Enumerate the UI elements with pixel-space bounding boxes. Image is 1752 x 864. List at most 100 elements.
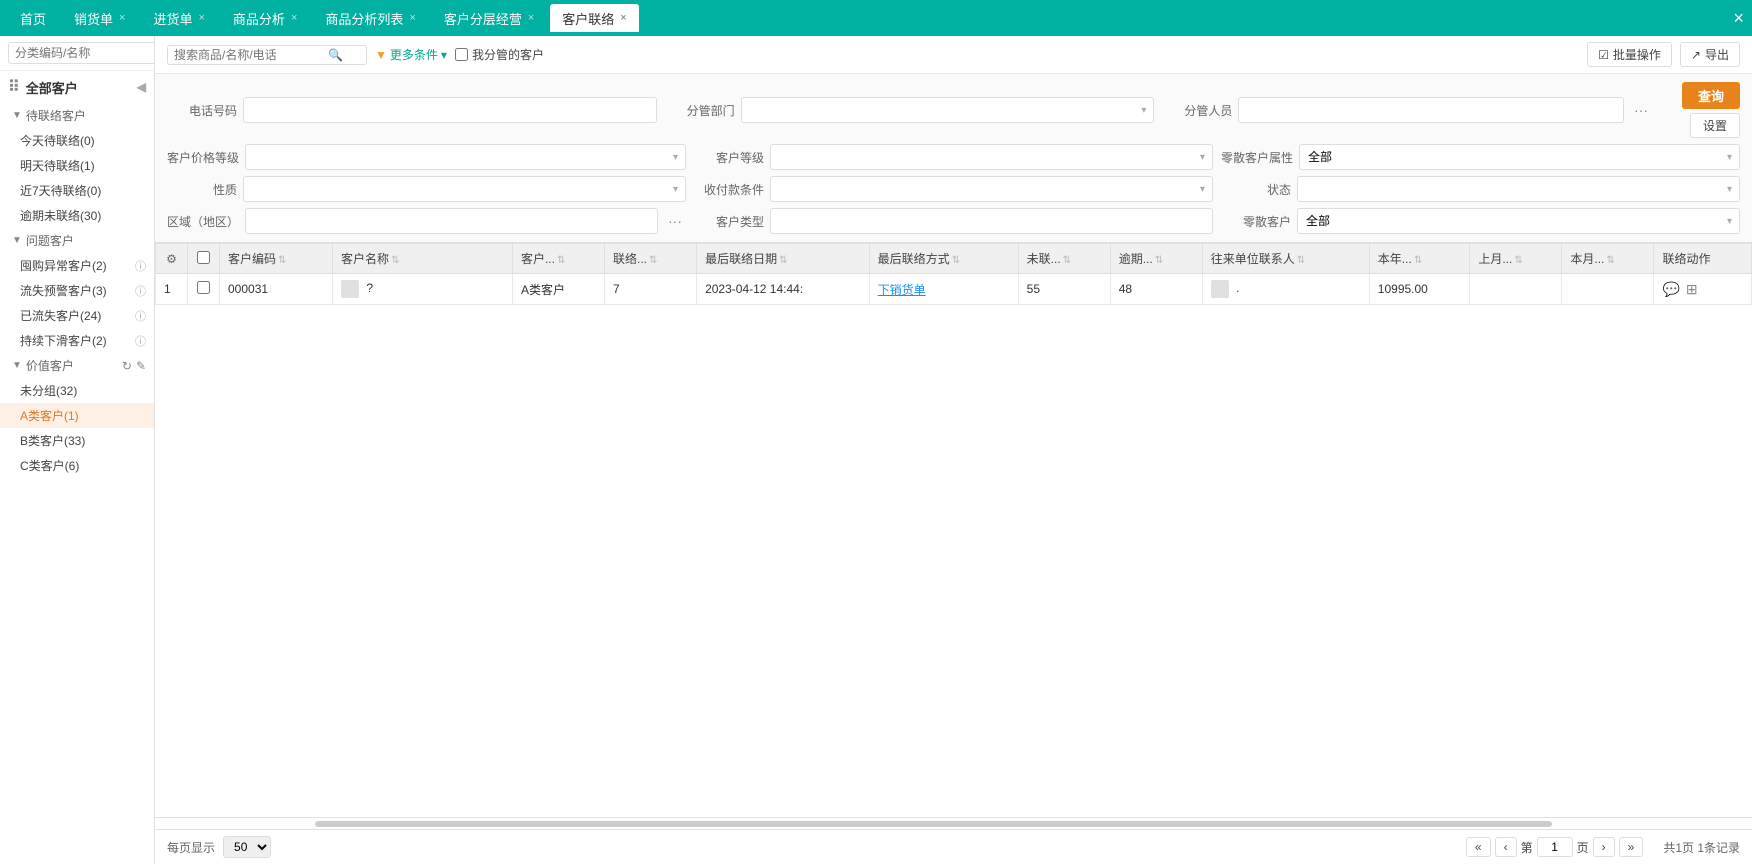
- filter-field-dept: 分管部门 ▾: [665, 97, 1155, 123]
- all-customers-dots-icon: ⠿: [8, 77, 20, 97]
- region-input[interactable]: [245, 208, 658, 234]
- item-label: 囤购异常客户(2): [20, 257, 107, 274]
- table-header-row: ⚙ 客户编码⇅ 客户名称⇅ 客户...⇅ 联络...⇅ 最后联络日期⇅ 最后联络…: [156, 244, 1752, 274]
- row-checkbox[interactable]: [197, 281, 210, 294]
- sidebar-item-declining[interactable]: 持续下滑客户(2) ⓘ: [0, 328, 154, 353]
- nav-tab-home[interactable]: 首页: [8, 4, 58, 32]
- first-page-button[interactable]: «: [1466, 837, 1491, 857]
- nav-tab-customer-contact[interactable]: 客户联络 ×: [550, 4, 638, 32]
- person-dots-button[interactable]: ···: [1630, 100, 1652, 120]
- col-last-month: 上月...⇅: [1470, 244, 1562, 274]
- col-settings[interactable]: ⚙: [156, 244, 188, 274]
- row-last-date: 2023-04-12 14:44:: [697, 274, 870, 305]
- filter-field-customer-level: 客户等级 ▾: [694, 144, 1213, 170]
- last-method-link[interactable]: 下销货单: [878, 283, 926, 297]
- prev-page-button[interactable]: ‹: [1495, 837, 1517, 857]
- nav-tab-sales-label: 销货单: [74, 9, 113, 28]
- sidebar-item-overdue-contact[interactable]: 逾期未联络(30): [0, 203, 154, 228]
- sidebar-item-today-pending[interactable]: 今天待联络(0): [0, 128, 154, 153]
- sidebar-item-churned[interactable]: 已流失客户(24) ⓘ: [0, 303, 154, 328]
- customer-type-input[interactable]: [770, 208, 1213, 234]
- sidebar-item-class-a[interactable]: A类客户(1): [0, 403, 154, 428]
- sidebar-search-input[interactable]: [8, 42, 155, 64]
- chat-icon[interactable]: 💬: [1662, 281, 1679, 298]
- phone-input[interactable]: [243, 97, 657, 123]
- sidebar-group-problem-customers[interactable]: ▼ 问题客户: [0, 228, 154, 253]
- filter-icon: ▼: [375, 48, 387, 62]
- more-conditions-label: 更多条件: [390, 46, 438, 63]
- close-purchase-icon[interactable]: ×: [198, 12, 204, 24]
- my-customers-checkbox[interactable]: [455, 48, 468, 61]
- page-number-input[interactable]: [1537, 837, 1573, 857]
- sidebar-item-churn-warning[interactable]: 流失预警客户(3) ⓘ: [0, 278, 154, 303]
- row-this-year: 10995.00: [1369, 274, 1470, 305]
- filter-row-3: 性质 ▾ 收付款条件 ▾ 状态: [167, 176, 1740, 202]
- sidebar-item-tomorrow-pending[interactable]: 明天待联络(1): [0, 153, 154, 178]
- qr-icon[interactable]: ⊞: [1686, 281, 1698, 298]
- close-customer-contact-icon[interactable]: ×: [620, 12, 626, 24]
- nav-tab-sales[interactable]: 销货单 ×: [62, 4, 137, 32]
- settings-button[interactable]: 设置: [1690, 113, 1740, 138]
- close-customer-tier-icon[interactable]: ×: [528, 12, 534, 24]
- nav-tab-customer-tier[interactable]: 客户分层经营 ×: [432, 4, 546, 32]
- select-all-checkbox[interactable]: [197, 251, 210, 264]
- payment-select[interactable]: [770, 176, 1213, 202]
- sidebar-item-7day-pending[interactable]: 近7天待联络(0): [0, 178, 154, 203]
- close-sales-icon[interactable]: ×: [119, 12, 125, 24]
- nav-tab-customer-tier-label: 客户分层经营: [444, 9, 522, 28]
- nature-select[interactable]: [243, 176, 686, 202]
- sidebar-item-class-c[interactable]: C类客户(6): [0, 453, 154, 478]
- page-size-select[interactable]: 50: [223, 836, 271, 858]
- retail-attr-select[interactable]: 全部: [1299, 144, 1740, 170]
- info-icon: ⓘ: [135, 308, 146, 324]
- nav-tab-home-label: 首页: [20, 9, 46, 28]
- close-all-tabs-button[interactable]: ×: [1733, 8, 1744, 29]
- export-button[interactable]: ↗ 导出: [1680, 42, 1740, 67]
- nav-tab-purchase[interactable]: 进货单 ×: [141, 4, 216, 32]
- sidebar-collapse-icon[interactable]: ◀: [137, 80, 146, 94]
- filter-row-2: 客户价格等级 ▾ 客户等级 ▾ 零散客户属性 全部: [167, 144, 1740, 170]
- info-icon: ⓘ: [135, 258, 146, 274]
- item-label: 明天待联络(1): [20, 157, 95, 174]
- refresh-icon[interactable]: ↻: [122, 359, 132, 373]
- query-button[interactable]: 查询: [1682, 82, 1740, 109]
- edit-icon[interactable]: ✎: [136, 359, 146, 373]
- all-customers-header[interactable]: ⠿ 全部客户 ◀: [0, 71, 154, 103]
- sidebar-group-pending-contact[interactable]: ▼ 待联络客户: [0, 103, 154, 128]
- sort-icon: ⇅: [952, 255, 960, 266]
- sidebar-group-value-customers[interactable]: ▼ 价值客户 ↻ ✎: [0, 353, 154, 378]
- more-conditions-button[interactable]: ▼ 更多条件 ▾: [375, 46, 447, 63]
- col-name: 客户名称⇅: [333, 244, 513, 274]
- price-level-select[interactable]: [245, 144, 686, 170]
- my-customers-checkbox-area[interactable]: 我分管的客户: [455, 46, 544, 63]
- dept-select[interactable]: [741, 97, 1155, 123]
- filter-actions: ☑ 批量操作 ↗ 导出: [1587, 42, 1740, 67]
- pagination-bar: 每页显示 50 « ‹ 第 页 › » 共1页 1条记录: [155, 829, 1752, 864]
- price-level-select-wrap: ▾: [245, 144, 686, 170]
- retail-customer-select[interactable]: 全部: [1297, 208, 1740, 234]
- nav-tab-product-analysis-list[interactable]: 商品分析列表 ×: [313, 4, 427, 32]
- region-dots-button[interactable]: ···: [664, 211, 686, 231]
- row-last-method: 下销货单: [869, 274, 1018, 305]
- sort-icon: ⇅: [391, 255, 399, 266]
- main-layout: 🔍 ⠿ 全部客户 ◀ ▼ 待联络客户 今天待联络(0) 明天待联络(1) 近7天…: [0, 36, 1752, 864]
- status-select[interactable]: [1297, 176, 1740, 202]
- close-product-analysis-icon[interactable]: ×: [291, 12, 297, 24]
- last-page-button[interactable]: »: [1619, 837, 1644, 857]
- filter-search-icon[interactable]: 🔍: [328, 48, 343, 62]
- sidebar-item-class-b[interactable]: B类客户(33): [0, 428, 154, 453]
- export-icon: ↗: [1691, 48, 1701, 62]
- next-page-button[interactable]: ›: [1593, 837, 1615, 857]
- customer-level-select[interactable]: [770, 144, 1213, 170]
- horizontal-scrollbar-thumb[interactable]: [315, 821, 1552, 827]
- batch-ops-button[interactable]: ☑ 批量操作: [1587, 42, 1672, 67]
- group-label-problem: 问题客户: [26, 232, 74, 249]
- sidebar-item-ungrouped[interactable]: 未分组(32): [0, 378, 154, 403]
- close-product-analysis-list-icon[interactable]: ×: [409, 12, 415, 24]
- col-this-month: 本月...⇅: [1562, 244, 1654, 274]
- nav-tab-product-analysis[interactable]: 商品分析 ×: [221, 4, 309, 32]
- total-records-info: 共1页 1条记录: [1663, 839, 1740, 856]
- sidebar-item-abnormal-stocking[interactable]: 囤购异常客户(2) ⓘ: [0, 253, 154, 278]
- person-input[interactable]: [1238, 97, 1624, 123]
- filter-search-input[interactable]: [174, 48, 324, 62]
